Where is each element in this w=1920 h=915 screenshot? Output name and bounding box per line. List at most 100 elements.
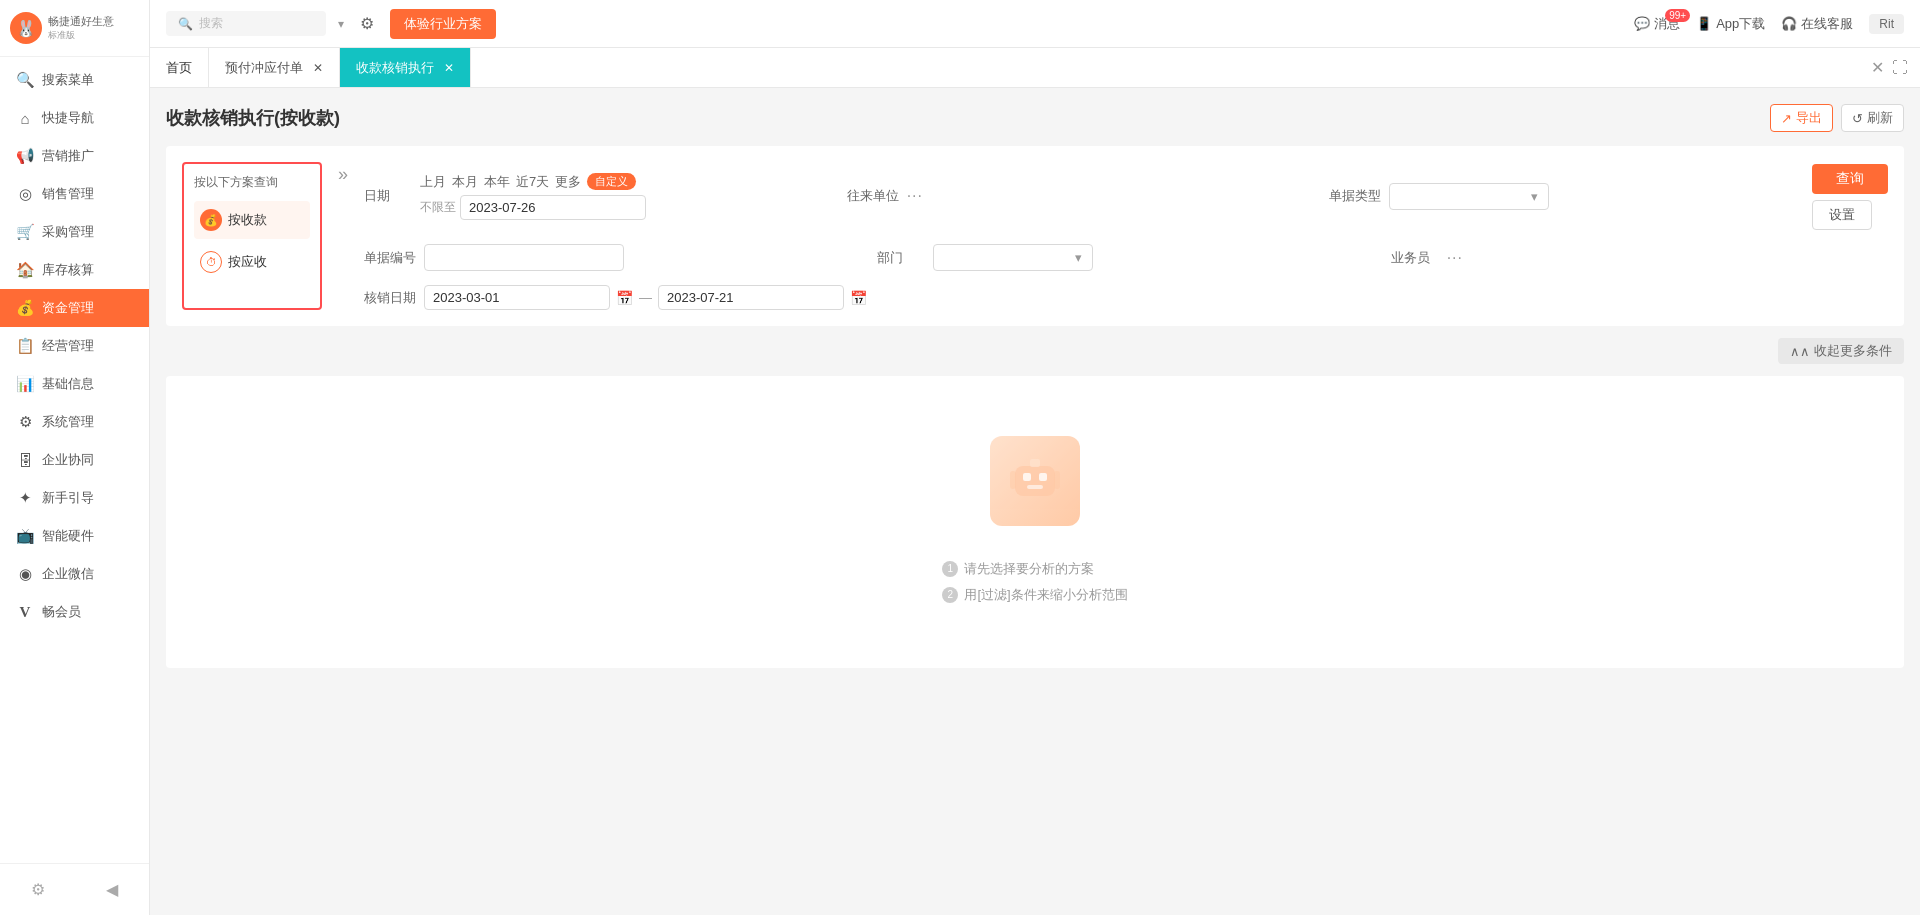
- voucher-type-field: 单据类型 ▾: [1329, 183, 1796, 210]
- online-service-button[interactable]: 🎧 在线客服: [1781, 15, 1853, 33]
- date-last-month[interactable]: 上月: [420, 173, 446, 191]
- export-button[interactable]: ↗ 导出: [1770, 104, 1833, 132]
- tab-prepay-close-icon[interactable]: ✕: [313, 61, 323, 75]
- logo-text: 畅捷通好生意: [48, 14, 114, 28]
- sidebar-item-inventory[interactable]: 🏠 库存核算: [0, 251, 149, 289]
- tab-expand-icon[interactable]: ⛶: [1892, 59, 1908, 77]
- svg-rect-3: [1027, 485, 1043, 489]
- filter-collapse-icon[interactable]: »: [338, 164, 348, 185]
- date-custom-badge[interactable]: 自定义: [587, 173, 636, 190]
- tab-prepay[interactable]: 预付冲应付单 ✕: [209, 48, 340, 87]
- verify-date-to-input[interactable]: [658, 285, 844, 310]
- tab-close-all-icon[interactable]: ✕: [1871, 58, 1884, 77]
- dept-select[interactable]: ▾: [933, 244, 1093, 271]
- collapse-sidebar-icon[interactable]: ◀: [100, 874, 124, 905]
- tip-text-1: 请先选择要分析的方案: [964, 556, 1094, 582]
- calendar-to-icon[interactable]: 📅: [850, 290, 867, 306]
- sidebar-item-smart-hardware[interactable]: 📺 智能硬件: [0, 517, 149, 555]
- collapse-more-button[interactable]: ∧∧ 收起更多条件: [1778, 338, 1904, 364]
- svg-rect-0: [1015, 466, 1055, 496]
- tab-collection[interactable]: 收款核销执行 ✕: [340, 48, 471, 87]
- sidebar-item-search-menu[interactable]: 🔍 搜索菜单: [0, 61, 149, 99]
- marketing-icon: 📢: [16, 147, 34, 165]
- sidebar-item-marketing[interactable]: 📢 营销推广: [0, 137, 149, 175]
- sidebar-item-operations[interactable]: 📋 经营管理: [0, 327, 149, 365]
- basic-info-icon: 📊: [16, 375, 34, 393]
- voucher-no-input[interactable]: [424, 244, 624, 271]
- smart-hardware-icon: 📺: [16, 527, 34, 545]
- counterpart-field: 往来单位 ···: [847, 187, 1314, 205]
- verify-date-from-input[interactable]: [424, 285, 610, 310]
- solution-button[interactable]: 体验行业方案: [390, 9, 496, 39]
- tab-bar: 首页 预付冲应付单 ✕ 收款核销执行 ✕ ✕ ⛶: [150, 48, 1920, 88]
- purchase-icon: 🛒: [16, 223, 34, 241]
- sidebar-item-system[interactable]: ⚙ 系统管理: [0, 403, 149, 441]
- query-button[interactable]: 查询: [1812, 164, 1888, 194]
- content-area: 收款核销执行(按收款) ↗ 导出 ↺ 刷新 按以下方案查询 💰 按收款: [150, 88, 1920, 915]
- empty-state: 1 请先选择要分析的方案 2 用[过滤]条件来缩小分析范围: [166, 376, 1904, 668]
- sidebar-item-label: 系统管理: [42, 413, 94, 431]
- app-download-button[interactable]: 📱 App下载: [1696, 15, 1765, 33]
- svg-rect-1: [1023, 473, 1031, 481]
- sidebar-item-enterprise[interactable]: 🗄 企业协同: [0, 441, 149, 479]
- sidebar-item-guide[interactable]: ✦ 新手引导: [0, 479, 149, 517]
- tab-home[interactable]: 首页: [150, 48, 209, 87]
- date-quick-options: 上月 本月 本年 近7天 更多 自定义: [420, 173, 646, 191]
- verify-date-label: 核销日期: [364, 289, 416, 307]
- sidebar-item-label: 企业协同: [42, 451, 94, 469]
- tab-home-label: 首页: [166, 59, 192, 77]
- tabs-right-actions: ✕ ⛶: [1859, 48, 1920, 87]
- sidebar-item-label: 资金管理: [42, 299, 94, 317]
- sidebar-item-member[interactable]: V 畅会员: [0, 593, 149, 631]
- query-row-2: 单据编号 部门 ▾ 业务员 ···: [364, 244, 1888, 271]
- filter-item-by-receipt[interactable]: 💰 按收款: [194, 201, 310, 239]
- refresh-label: 刷新: [1867, 109, 1893, 127]
- tip-text-2: 用[过滤]条件来缩小分析范围: [964, 582, 1127, 608]
- counterpart-ellipsis-button[interactable]: ···: [907, 187, 923, 205]
- user-info[interactable]: Rit: [1869, 14, 1904, 34]
- message-button[interactable]: 💬 消息 99+: [1634, 15, 1680, 33]
- svg-rect-6: [1054, 471, 1060, 489]
- sidebar-item-basic-info[interactable]: 📊 基础信息: [0, 365, 149, 403]
- empty-tip-2: 2 用[过滤]条件来缩小分析范围: [942, 582, 1127, 608]
- date-value-input[interactable]: [460, 195, 646, 220]
- sidebar-item-wechat[interactable]: ◉ 企业微信: [0, 555, 149, 593]
- settings-button[interactable]: 设置: [1812, 200, 1872, 230]
- sidebar-item-sales[interactable]: ◎ 销售管理: [0, 175, 149, 213]
- chevron-down-icon[interactable]: ▾: [338, 17, 344, 31]
- sidebar-item-label: 快捷导航: [42, 109, 94, 127]
- date-field: 日期 上月 本月 本年 近7天 更多 自定义 不限至: [364, 173, 831, 220]
- search-icon: 🔍: [178, 17, 193, 31]
- date-7days[interactable]: 近7天: [516, 173, 549, 191]
- date-this-month[interactable]: 本月: [452, 173, 478, 191]
- chevron-down-icon: ▾: [1531, 189, 1538, 204]
- calendar-from-icon[interactable]: 📅: [616, 290, 633, 306]
- user-name: Rit: [1879, 17, 1894, 31]
- tab-collection-close-icon[interactable]: ✕: [444, 61, 454, 75]
- date-range-separator: —: [639, 290, 652, 305]
- staff-label: 业务员: [1391, 249, 1439, 267]
- filter-sidebar: 按以下方案查询 💰 按收款 ⏱ 按应收: [182, 162, 322, 310]
- date-more[interactable]: 更多: [555, 173, 581, 191]
- sidebar-item-quick-nav[interactable]: ⌂ 快捷导航: [0, 99, 149, 137]
- topbar-search[interactable]: 🔍 搜索: [166, 11, 326, 36]
- receipt-icon: 💰: [200, 209, 222, 231]
- staff-ellipsis-button[interactable]: ···: [1447, 249, 1463, 267]
- refresh-icon: ↺: [1852, 111, 1863, 126]
- empty-tips: 1 请先选择要分析的方案 2 用[过滤]条件来缩小分析范围: [942, 556, 1127, 608]
- date-this-year[interactable]: 本年: [484, 173, 510, 191]
- sidebar-logo: 🐰 畅捷通好生意 标准版: [0, 0, 149, 57]
- settings-icon[interactable]: ⚙: [25, 874, 51, 905]
- page-header: 收款核销执行(按收款) ↗ 导出 ↺ 刷新: [166, 104, 1904, 132]
- sidebar-item-label: 智能硬件: [42, 527, 94, 545]
- voucher-type-select[interactable]: ▾: [1389, 183, 1549, 210]
- sales-icon: ◎: [16, 185, 34, 203]
- sidebar-item-finance[interactable]: 💰 资金管理: [0, 289, 149, 327]
- filter-item-by-receivable[interactable]: ⏱ 按应收: [194, 243, 310, 281]
- collapse-more-bar: ∧∧ 收起更多条件: [166, 338, 1904, 364]
- gear-icon[interactable]: ⚙: [360, 14, 374, 33]
- refresh-button[interactable]: ↺ 刷新: [1841, 104, 1904, 132]
- search-placeholder: 搜索: [199, 15, 223, 32]
- sidebar-item-purchase[interactable]: 🛒 采购管理: [0, 213, 149, 251]
- topbar: 🔍 搜索 ▾ ⚙ 体验行业方案 💬 消息 99+ 📱 App下载 🎧 在线客服 …: [150, 0, 1920, 48]
